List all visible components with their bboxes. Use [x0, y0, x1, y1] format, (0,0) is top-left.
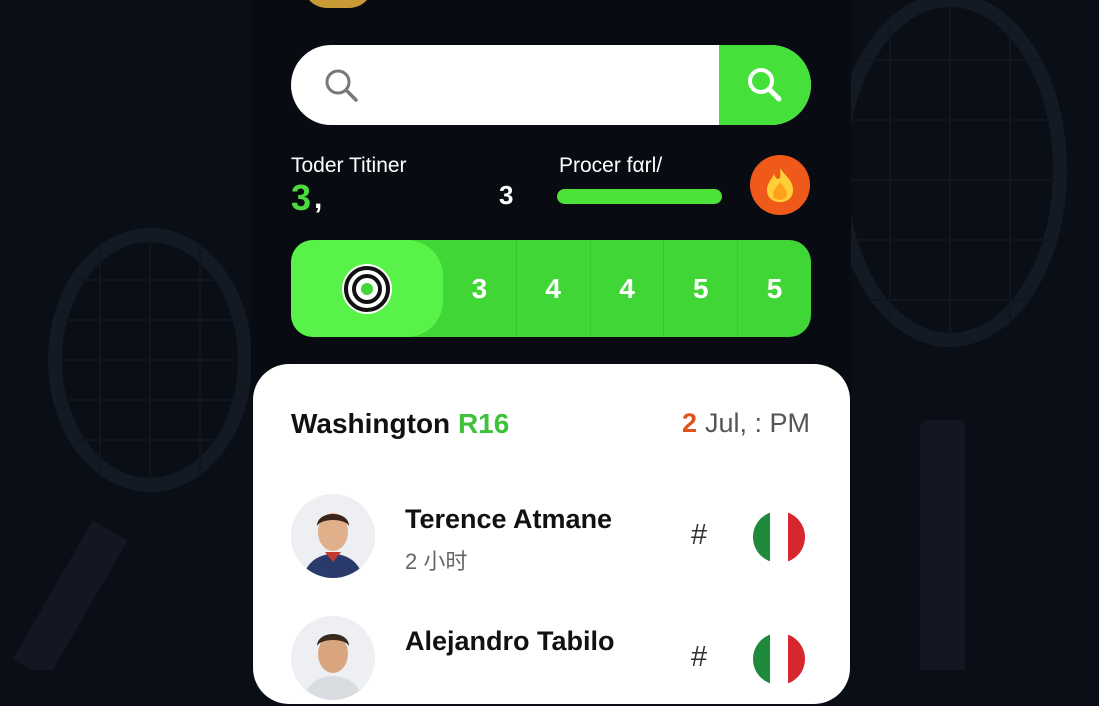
target-icon: [342, 263, 392, 314]
player-rank: #: [691, 519, 708, 551]
player-name: Terence Atmane: [405, 504, 613, 534]
stat-right-label: Procer fαrl/: [559, 154, 663, 177]
match-title: Washington R16: [291, 408, 509, 440]
search-icon: [325, 69, 358, 102]
match-card[interactable]: Washington R16 2 Jul, : PM Terence Atmane…: [253, 364, 850, 704]
player-row[interactable]: Terence Atmane 2 小时 #: [291, 494, 811, 584]
score-cell[interactable]: 4: [589, 240, 664, 337]
stat-left-value: 3: [291, 177, 312, 218]
score-cell[interactable]: 3: [443, 240, 516, 337]
match-round: R16: [457, 408, 510, 439]
italy-flag-icon: [753, 511, 805, 563]
stat-left-suffix: ,: [314, 182, 323, 215]
score-bar: 3 4 4 5 5: [291, 240, 811, 337]
score-cells: 3 4 4 5 5: [443, 240, 811, 337]
player-name: Alejandro Tabilo: [405, 626, 615, 656]
search-input[interactable]: [369, 45, 713, 125]
avatar: [291, 616, 375, 700]
progress-fill: [557, 189, 722, 204]
match-day: 2: [681, 408, 697, 438]
target-button[interactable]: [291, 240, 443, 337]
racket-bg-right-icon: [840, 0, 1067, 670]
match-location: Washington: [291, 408, 451, 439]
score-cell[interactable]: 4: [515, 240, 590, 337]
search-icon: [748, 68, 782, 102]
score-cell[interactable]: 5: [663, 240, 737, 337]
racket-bg-left-icon: [12, 228, 252, 670]
fire-icon: [767, 168, 793, 202]
stat-middle-value: 3: [499, 180, 514, 210]
fire-button[interactable]: [750, 155, 810, 215]
player-rank: #: [691, 641, 708, 673]
match-time: 2 Jul, : PM: [682, 408, 810, 439]
search-bar[interactable]: [291, 45, 811, 125]
stat-left-label: Toder Titiner: [291, 154, 407, 177]
player-row[interactable]: Alejandro Tabilo #: [291, 616, 811, 706]
match-time-text: Jul, : PM: [704, 408, 810, 438]
player-subtitle: 2 小时: [405, 549, 468, 574]
avatar: [291, 494, 375, 578]
search-button[interactable]: [719, 45, 811, 125]
progress-bar: [557, 189, 722, 204]
score-cell[interactable]: 5: [737, 240, 811, 337]
italy-flag-icon: [753, 633, 805, 685]
